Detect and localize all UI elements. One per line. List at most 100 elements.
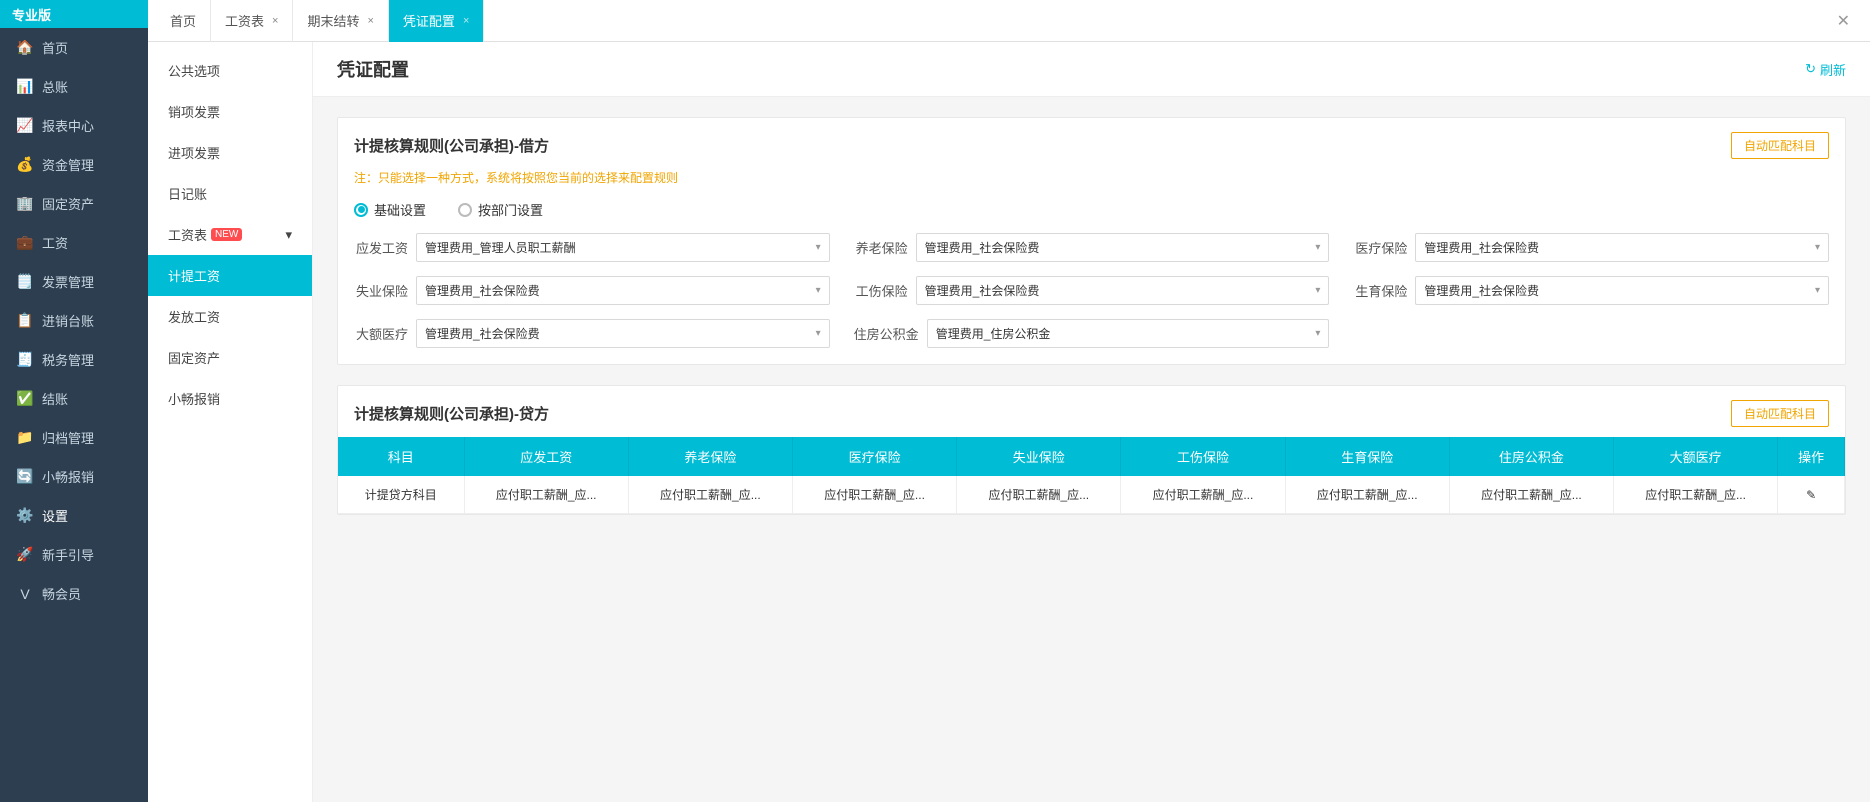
page-title: 凭证配置	[337, 56, 409, 82]
nav-badge-new: NEW	[211, 228, 242, 241]
th-养老保险: 养老保险	[628, 437, 792, 476]
field-select-失业保险[interactable]: 管理费用_社会保险费 ▾	[416, 276, 830, 305]
nav-label: 计提工资	[168, 266, 220, 285]
tab-label: 凭证配置	[403, 11, 455, 30]
sidebar-label-salary: 工资	[42, 233, 68, 252]
sidebar-icon-finance: 💰	[16, 156, 34, 173]
field-value: 管理费用_住房公积金	[936, 325, 1051, 342]
nav-item-日记账[interactable]: 日记账	[148, 173, 312, 214]
field-select-养老保险[interactable]: 管理费用_社会保险费 ▾	[916, 233, 1330, 262]
tab-工资表[interactable]: 工资表 ×	[211, 0, 293, 42]
nav-item-固定资产[interactable]: 固定资产	[148, 337, 312, 378]
field-label: 失业保险	[354, 281, 408, 300]
sidebar-icon-settings: ⚙️	[16, 507, 34, 524]
nav-item-公共选项[interactable]: 公共选项	[148, 50, 312, 91]
field-select-工伤保险[interactable]: 管理费用_社会保险费 ▾	[916, 276, 1330, 305]
tab-bar: 首页工资表×期末结转×凭证配置× ✕	[148, 0, 1870, 42]
main: 首页工资表×期末结转×凭证配置× ✕ 公共选项销项发票进项发票日记账工资表NEW…	[148, 0, 1870, 802]
form-row: 失业保险 管理费用_社会保险费 ▾ 工伤保险 管理费用_社会保险费 ▾ 生育保险…	[354, 276, 1829, 305]
field-label: 生育保险	[1353, 281, 1407, 300]
tab-close-icon[interactable]: ×	[272, 15, 278, 27]
sidebar-item-settings[interactable]: ⚙️设置	[0, 496, 148, 535]
chevron-down-icon: ▾	[1815, 285, 1820, 296]
field-select-应发工资[interactable]: 管理费用_管理人员职工薪酬 ▾	[416, 233, 830, 262]
sidebar-label-assets: 固定资产	[42, 194, 94, 213]
field-value: 管理费用_社会保险费	[925, 282, 1040, 299]
close-all-icon[interactable]: ✕	[1825, 11, 1862, 31]
action-cell[interactable]: ✎	[1778, 476, 1845, 514]
chevron-down-icon: ▾	[1315, 328, 1320, 339]
sidebar-item-archive[interactable]: 📁归档管理	[0, 418, 148, 457]
radio-basic[interactable]: 基础设置	[354, 200, 426, 219]
tab-首页[interactable]: 首页	[156, 0, 211, 42]
radio-dept[interactable]: 按部门设置	[458, 200, 543, 219]
nav-item-销项发票[interactable]: 销项发票	[148, 91, 312, 132]
field-select-大额医疗[interactable]: 管理费用_社会保险费 ▾	[416, 319, 830, 348]
sidebar-icon-archive: 📁	[16, 429, 34, 446]
sidebar-item-salary[interactable]: 💼 工资	[0, 223, 148, 262]
nav-item-进项发票[interactable]: 进项发票	[148, 132, 312, 173]
field-select-生育保险[interactable]: 管理费用_社会保险费 ▾	[1415, 276, 1829, 305]
sidebar-item-checkout[interactable]: ✅结账	[0, 379, 148, 418]
sidebar-item-vip[interactable]: V畅会员	[0, 574, 148, 613]
main-panel: 计提核算规则(公司承担)-借方 自动匹配科目 注：只能选择一种方式，系统将按照您…	[313, 97, 1870, 802]
field-养老保险: 养老保险 管理费用_社会保险费 ▾	[854, 233, 1330, 262]
section1-warning: 注：只能选择一种方式，系统将按照您当前的选择来配置规则	[338, 169, 1845, 196]
nav-item-发放工资[interactable]: 发放工资	[148, 296, 312, 337]
radio-row: 基础设置 按部门设置	[338, 196, 1845, 233]
app-title: 专业版	[12, 5, 51, 24]
sidebar-item-tax[interactable]: 🧾 税务管理	[0, 340, 148, 379]
tab-close-icon[interactable]: ×	[463, 15, 469, 27]
refresh-button[interactable]: ↻ 刷新	[1805, 60, 1846, 79]
sidebar-item-stock[interactable]: 📋进销台账	[0, 301, 148, 340]
th-应发工资: 应发工资	[464, 437, 628, 476]
sidebar-icon-reports: 📈	[16, 117, 34, 134]
tab-凭证配置[interactable]: 凭证配置 ×	[389, 0, 484, 42]
data-cell: 应付职工薪酬_应...	[1614, 476, 1778, 514]
th-操作: 操作	[1778, 437, 1845, 476]
auto-match-button-2[interactable]: 自动匹配科目	[1731, 400, 1829, 427]
sidebar-item-expense[interactable]: 🔄小畅报销	[0, 457, 148, 496]
nav-item-工资表[interactable]: 工资表NEW▾	[148, 214, 312, 255]
sidebar-icon-home: 🏠	[16, 39, 34, 56]
radio-dept-circle	[458, 203, 472, 217]
tab-label: 工资表	[225, 11, 264, 30]
field-应发工资: 应发工资 管理费用_管理人员职工薪酬 ▾	[354, 233, 830, 262]
auto-match-button-1[interactable]: 自动匹配科目	[1731, 132, 1829, 159]
sidebar-item-assets[interactable]: 🏢固定资产	[0, 184, 148, 223]
field-label: 工伤保险	[854, 281, 908, 300]
sidebar-item-home[interactable]: 🏠首页	[0, 28, 148, 67]
field-value: 管理费用_管理人员职工薪酬	[425, 239, 576, 256]
th-失业保险: 失业保险	[957, 437, 1121, 476]
section1-title: 计提核算规则(公司承担)-借方	[354, 135, 549, 156]
sidebar-icon-tax: 🧾	[16, 351, 34, 368]
form-row: 应发工资 管理费用_管理人员职工薪酬 ▾ 养老保险 管理费用_社会保险费 ▾ 医…	[354, 233, 1829, 262]
field-select-住房公积金[interactable]: 管理费用_住房公积金 ▾	[927, 319, 1330, 348]
field-value: 管理费用_社会保险费	[925, 239, 1040, 256]
nav-arrow: ▾	[285, 227, 292, 243]
sidebar-header: 专业版	[0, 0, 148, 28]
field-select-医疗保险[interactable]: 管理费用_社会保险费 ▾	[1415, 233, 1829, 262]
field-失业保险: 失业保险 管理费用_社会保险费 ▾	[354, 276, 830, 305]
sidebar-item-invoice[interactable]: 🗒️发票管理	[0, 262, 148, 301]
sidebar-items: 🏠首页📊总账📈报表中心💰资金管理🏢固定资产 💼 工资 🗒️发票管理📋进销台账 🧾 税务管理…	[0, 28, 148, 613]
sidebar-label-guide: 新手引导	[42, 545, 94, 564]
nav-item-计提工资[interactable]: 计提工资	[148, 255, 312, 296]
section2-title: 计提核算规则(公司承担)-贷方	[354, 403, 549, 424]
data-cell: 应付职工薪酬_应...	[793, 476, 957, 514]
sidebar-item-guide[interactable]: 🚀 新手引导	[0, 535, 148, 574]
sidebar-item-finance[interactable]: 💰资金管理	[0, 145, 148, 184]
field-住房公积金: 住房公积金 管理费用_住房公积金 ▾	[854, 319, 1330, 348]
nav-item-小畅报销[interactable]: 小畅报销	[148, 378, 312, 419]
sidebar-icon-guide: 🚀	[16, 546, 34, 563]
sidebar-item-reports[interactable]: 📈报表中心	[0, 106, 148, 145]
th-生育保险: 生育保险	[1285, 437, 1449, 476]
chevron-down-icon: ▾	[816, 285, 821, 296]
sidebar-item-ledger[interactable]: 📊总账	[0, 67, 148, 106]
tab-期末结转[interactable]: 期末结转×	[293, 0, 388, 42]
sidebar-label-tax: 税务管理	[42, 350, 94, 369]
data-cell: 应付职工薪酬_应...	[628, 476, 792, 514]
sidebar-icon-salary: 💼	[16, 234, 34, 251]
tab-close-icon[interactable]: ×	[367, 15, 373, 27]
nav-label: 日记账	[168, 184, 207, 203]
